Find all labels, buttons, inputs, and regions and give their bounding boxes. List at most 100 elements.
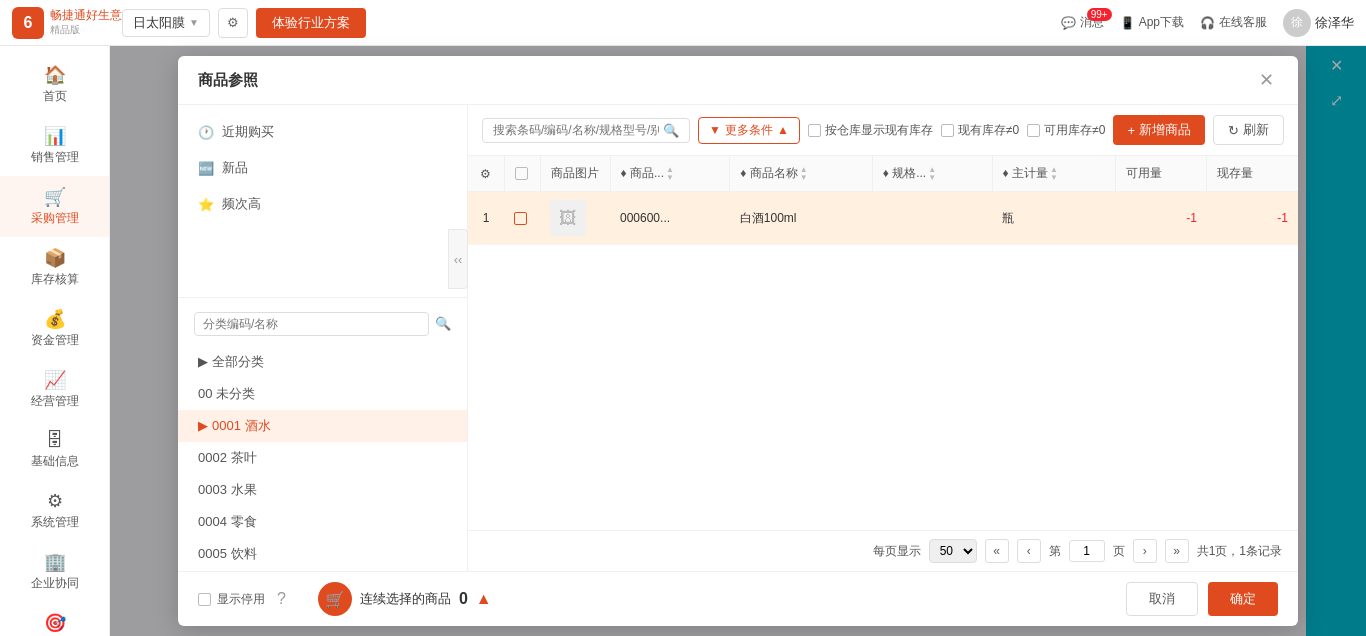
th-name-sort: ♦ 商品名称 ▲▼ [740, 165, 807, 182]
sidebar: 🏠 首页 📊 销售管理 🛒 采购管理 📦 库存核算 💰 资金管理 📈 经营管理 … [0, 46, 110, 636]
next-page-button[interactable]: › [1133, 539, 1157, 563]
app-download-item[interactable]: 📱 App下载 [1120, 14, 1184, 31]
check-nonzero-stock[interactable] [941, 124, 954, 137]
logo-area: 6 畅捷通好生意 精品版 [12, 7, 122, 39]
sidebar-label-inventory: 库存核算 [31, 271, 79, 288]
sidebar-item-operation[interactable]: 📈 经营管理 [0, 359, 109, 420]
filter-nonzero-stock[interactable]: 现有库存≠0 [941, 122, 1019, 139]
th-spec[interactable]: ♦ 规格... ▲▼ [872, 156, 992, 192]
filter-icon: ▼ [709, 123, 721, 137]
footer-cart-area: 🛒 连续选择的商品 0 ▲ [318, 582, 492, 616]
sidebar-item-inventory[interactable]: 📦 库存核算 [0, 237, 109, 298]
show-disabled-label: 显示停用 [217, 591, 265, 608]
first-page-button[interactable]: « [985, 539, 1009, 563]
product-search-box[interactable]: 🔍 [482, 118, 690, 143]
collapse-cart-icon[interactable]: ▲ [476, 590, 492, 608]
table-head: ⚙ 商品图片 ♦ 商品... ▲▼ [468, 156, 1298, 192]
collapse-area: ‹‹ [178, 225, 468, 289]
sidebar-item-finance[interactable]: 💰 资金管理 [0, 298, 109, 359]
sidebar-item-collab[interactable]: 🏢 企业协同 [0, 541, 109, 602]
filter-up-icon: ▲ [777, 123, 789, 137]
cancel-button[interactable]: 取消 [1126, 582, 1198, 616]
cat-item-00[interactable]: 00 未分类 [178, 378, 467, 410]
th-gear[interactable]: ⚙ [468, 156, 504, 192]
filter-nonzero-avail[interactable]: 可用库存≠0 [1027, 122, 1105, 139]
sidebar-item-system[interactable]: ⚙ 系统管理 [0, 480, 109, 541]
name-sort-arrows: ▲▼ [800, 166, 808, 182]
sidebar-label-collab: 企业协同 [31, 575, 79, 592]
store-selector[interactable]: 日太阳膜 ▼ [122, 9, 210, 37]
nav-new-products[interactable]: 🆕 新品 [178, 151, 467, 185]
th-check[interactable] [504, 156, 540, 192]
show-disabled-checkbox[interactable] [198, 593, 211, 606]
th-unit[interactable]: ♦ 主计量 ▲▼ [992, 156, 1115, 192]
refresh-icon: ↻ [1228, 123, 1239, 138]
th-available: 可用量 [1115, 156, 1207, 192]
cat-arrow-0001: ▶ [198, 418, 208, 433]
check-show-stock[interactable] [808, 124, 821, 137]
sidebar-item-purchase[interactable]: 🛒 采购管理 [0, 176, 109, 237]
settings-icon[interactable]: ⚙ [218, 8, 248, 38]
refresh-button[interactable]: ↻ 刷新 [1213, 115, 1284, 145]
category-search-input[interactable] [194, 312, 429, 336]
sidebar-item-basic[interactable]: 🗄 基础信息 [0, 420, 109, 480]
code-sort-arrows: ▲▼ [666, 166, 674, 182]
td-stock: -1 [1207, 192, 1298, 245]
add-product-button[interactable]: + 新增商品 [1113, 115, 1205, 145]
footer-show-disabled[interactable]: 显示停用 [198, 591, 265, 608]
user-avatar-area[interactable]: 徐 徐泽华 [1283, 9, 1354, 37]
cat-item-0003[interactable]: 0003 水果 [178, 474, 467, 506]
select-all-checkbox[interactable] [515, 167, 528, 180]
td-code: 000600... [610, 192, 730, 245]
spec-sort-arrows: ▲▼ [928, 166, 936, 182]
trial-button[interactable]: 体验行业方案 [256, 8, 366, 38]
th-name[interactable]: ♦ 商品名称 ▲▼ [730, 156, 872, 192]
help-icon[interactable]: ? [277, 590, 286, 608]
cat-item-all[interactable]: ▶ 全部分类 [178, 346, 467, 378]
product-table: ⚙ 商品图片 ♦ 商品... ▲▼ [468, 156, 1298, 530]
sidebar-item-sales[interactable]: 📊 销售管理 [0, 115, 109, 176]
th-image: 商品图片 [540, 156, 610, 192]
product-search-input[interactable] [493, 123, 659, 137]
filter-show-stock[interactable]: 按仓库显示现有库存 [808, 122, 933, 139]
sidebar-label-sales: 销售管理 [31, 149, 79, 166]
cat-item-0001[interactable]: ▶ 0001 酒水 [178, 410, 467, 442]
last-page-button[interactable]: » [1165, 539, 1189, 563]
check-nonzero-avail[interactable] [1027, 124, 1040, 137]
sidebar-item-guide[interactable]: 🎯 新手引导 [0, 602, 109, 636]
sidebar-label-finance: 资金管理 [31, 332, 79, 349]
th-code[interactable]: ♦ 商品... ▲▼ [610, 156, 730, 192]
collab-icon: 🏢 [44, 551, 66, 573]
online-service-item[interactable]: 🎧 在线客服 [1200, 14, 1267, 31]
refresh-label: 刷新 [1243, 121, 1269, 139]
cat-label-0001: 0001 酒水 [212, 417, 271, 435]
nav-frequent[interactable]: ⭐ 频次高 [178, 187, 467, 221]
category-search-icon[interactable]: 🔍 [435, 316, 451, 331]
home-icon: 🏠 [44, 64, 66, 86]
td-check[interactable] [504, 192, 540, 245]
phone-icon: 📱 [1120, 16, 1135, 30]
cart-icon[interactable]: 🛒 [318, 582, 352, 616]
confirm-button[interactable]: 确定 [1208, 582, 1278, 616]
table-body: 1 🖼 000600... 白酒100ml [468, 192, 1298, 245]
cat-item-0005[interactable]: 0005 饮料 [178, 538, 467, 561]
collapse-button[interactable]: ‹‹ [448, 229, 468, 289]
page-prefix: 第 [1049, 543, 1061, 560]
new-icon: 🆕 [198, 161, 214, 176]
td-spec [872, 192, 992, 245]
per-page-select[interactable]: 50 [929, 539, 977, 563]
main-layout: 🏠 首页 📊 销售管理 🛒 采购管理 📦 库存核算 💰 资金管理 📈 经营管理 … [0, 46, 1366, 636]
prev-page-button[interactable]: ‹ [1017, 539, 1041, 563]
cat-item-0004[interactable]: 0004 零食 [178, 506, 467, 538]
cat-item-0002[interactable]: 0002 茶叶 [178, 442, 467, 474]
finance-icon: 💰 [44, 308, 66, 330]
nav-recent-purchase[interactable]: 🕐 近期购买 [178, 115, 467, 149]
modal-close-button[interactable]: ✕ [1254, 68, 1278, 92]
sidebar-item-home[interactable]: 🏠 首页 [0, 54, 109, 115]
page-number-input[interactable] [1069, 540, 1105, 562]
product-thumbnail: 🖼 [550, 200, 586, 236]
table-row[interactable]: 1 🖼 000600... 白酒100ml [468, 192, 1298, 245]
row-checkbox[interactable] [514, 212, 527, 225]
messages-item[interactable]: 💬 消息 99+ [1061, 14, 1104, 31]
more-filter-button[interactable]: ▼ 更多条件 ▲ [698, 117, 800, 144]
